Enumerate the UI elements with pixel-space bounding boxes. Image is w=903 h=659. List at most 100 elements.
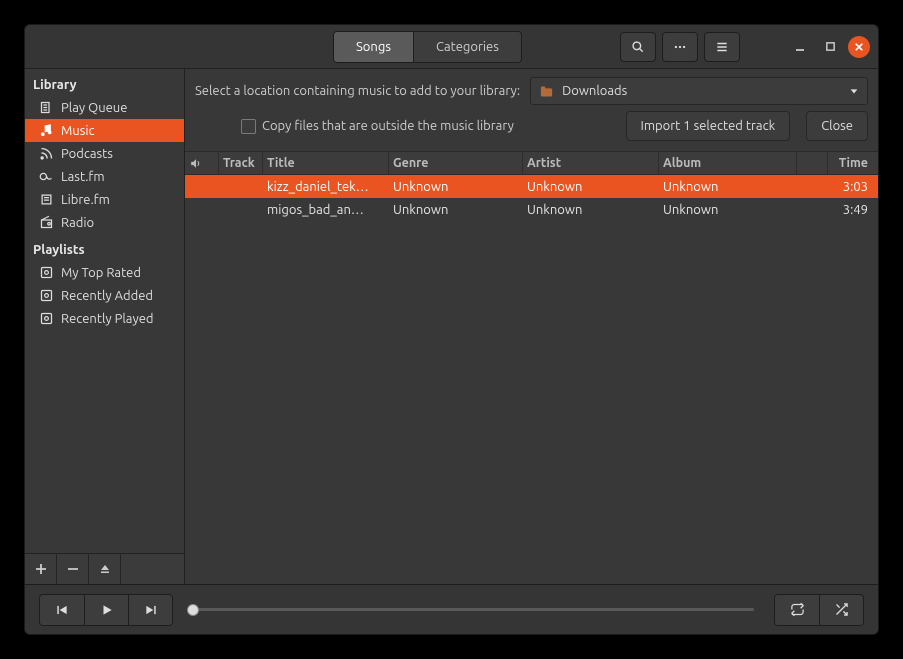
- close-icon: [854, 42, 864, 52]
- playlist-remove[interactable]: [57, 554, 89, 584]
- tab-categories[interactable]: Categories: [413, 32, 521, 62]
- smart-playlist-icon: [39, 265, 55, 280]
- sidebar-item-podcasts[interactable]: Podcasts: [25, 142, 184, 165]
- copy-checkbox[interactable]: Copy files that are outside the music li…: [241, 119, 514, 134]
- sidebar-item-recently-added[interactable]: Recently Added: [25, 284, 184, 307]
- prev-icon: [55, 603, 69, 617]
- track-table-header: Track Title Genre Artist Album Time: [185, 151, 878, 175]
- radio-icon: [39, 215, 55, 230]
- titlebar: Songs Categories: [25, 25, 878, 69]
- seek-bar[interactable]: [185, 608, 762, 611]
- sidebar-toolbar: [25, 553, 184, 584]
- col-spacer: [797, 152, 828, 174]
- play-button[interactable]: [84, 595, 128, 625]
- col-track[interactable]: Track: [219, 152, 263, 174]
- sidebar-item-music[interactable]: Music: [25, 119, 184, 142]
- sidebar-item-label: Recently Added: [61, 289, 153, 303]
- import-bar-2: Copy files that are outside the music li…: [185, 111, 878, 151]
- sidebar-item-top-rated[interactable]: My Top Rated: [25, 261, 184, 284]
- cell-album: Unknown: [659, 203, 797, 217]
- table-row[interactable]: migos_bad_an… Unknown Unknown Unknown 3:…: [185, 198, 878, 221]
- close-button-label: Close: [821, 119, 853, 133]
- col-genre[interactable]: Genre: [389, 152, 523, 174]
- sidebar-section-library: Library: [25, 69, 184, 96]
- copy-label: Copy files that are outside the music li…: [262, 119, 514, 133]
- sidebar: Library Play Queue Music Podcasts Last.f…: [25, 69, 185, 584]
- cell-genre: Unknown: [389, 203, 523, 217]
- view-toggle: Songs Categories: [333, 31, 522, 63]
- smart-playlist-icon: [39, 311, 55, 326]
- close-import-button[interactable]: Close: [806, 111, 868, 141]
- repeat-icon: [790, 602, 805, 617]
- sidebar-scroll: Library Play Queue Music Podcasts Last.f…: [25, 69, 184, 553]
- import-button[interactable]: Import 1 selected track: [626, 111, 791, 141]
- main-pane: Select a location containing music to ad…: [185, 69, 878, 584]
- tab-songs[interactable]: Songs: [334, 32, 413, 62]
- col-playing[interactable]: [185, 152, 219, 174]
- smart-playlist-icon: [39, 288, 55, 303]
- playlist-add[interactable]: [25, 554, 57, 584]
- cell-title: migos_bad_an…: [263, 203, 389, 217]
- sidebar-item-label: Play Queue: [61, 101, 127, 115]
- next-button[interactable]: [128, 595, 172, 625]
- minimize-icon: [794, 41, 806, 53]
- search-button[interactable]: [620, 32, 656, 62]
- cell-time: 3:49: [828, 203, 878, 217]
- chevron-down-icon: [849, 86, 859, 96]
- minus-icon: [67, 563, 79, 575]
- table-row[interactable]: kizz_daniel_tek… Unknown Unknown Unknown…: [185, 175, 878, 198]
- location-dropdown[interactable]: Downloads: [530, 77, 868, 105]
- col-title[interactable]: Title: [263, 152, 389, 174]
- window-close[interactable]: [848, 36, 870, 58]
- ellipsis-icon: [673, 40, 687, 54]
- cell-artist: Unknown: [523, 180, 659, 194]
- sidebar-item-label: Radio: [61, 216, 94, 230]
- playback-buttons: [39, 594, 173, 626]
- plus-icon: [35, 563, 47, 575]
- sidebar-item-recently-played[interactable]: Recently Played: [25, 307, 184, 330]
- prev-button[interactable]: [40, 595, 84, 625]
- sidebar-item-label: Recently Played: [61, 312, 154, 326]
- next-icon: [144, 603, 158, 617]
- shuffle-icon: [834, 602, 849, 617]
- more-button[interactable]: [662, 32, 698, 62]
- sidebar-item-label: Last.fm: [61, 170, 105, 184]
- shuffle-button[interactable]: [819, 595, 863, 625]
- cell-genre: Unknown: [389, 180, 523, 194]
- cell-time: 3:03: [828, 180, 878, 194]
- maximize-icon: [825, 41, 836, 52]
- tab-categories-label: Categories: [436, 40, 499, 54]
- menu-button[interactable]: [704, 32, 740, 62]
- import-bar: Select a location containing music to ad…: [185, 69, 878, 111]
- music-player-window: Songs Categories Library: [24, 24, 879, 635]
- music-icon: [39, 123, 55, 138]
- repeat-button[interactable]: [775, 595, 819, 625]
- tab-songs-label: Songs: [356, 40, 391, 54]
- col-artist[interactable]: Artist: [523, 152, 659, 174]
- sidebar-item-label: My Top Rated: [61, 266, 141, 280]
- location-label: Downloads: [562, 84, 627, 98]
- sidebar-item-play-queue[interactable]: Play Queue: [25, 96, 184, 119]
- playback-mode-buttons: [774, 594, 864, 626]
- hamburger-icon: [715, 40, 729, 54]
- cell-album: Unknown: [659, 180, 797, 194]
- checkbox-box: [241, 119, 256, 134]
- folder-icon: [539, 84, 554, 99]
- speaker-icon: [189, 157, 202, 170]
- sidebar-item-lastfm[interactable]: Last.fm: [25, 165, 184, 188]
- import-button-label: Import 1 selected track: [641, 119, 776, 133]
- lastfm-icon: [39, 169, 55, 184]
- col-time[interactable]: Time: [828, 152, 878, 174]
- sidebar-item-label: Music: [61, 124, 95, 138]
- window-minimize[interactable]: [788, 35, 812, 59]
- sidebar-item-librefm[interactable]: Libre.fm: [25, 188, 184, 211]
- col-album[interactable]: Album: [659, 152, 797, 174]
- playlist-eject[interactable]: [89, 554, 121, 584]
- window-maximize[interactable]: [818, 35, 842, 59]
- seek-thumb[interactable]: [187, 604, 199, 616]
- sidebar-item-radio[interactable]: Radio: [25, 211, 184, 234]
- librefm-icon: [39, 192, 55, 207]
- seek-track: [193, 608, 754, 611]
- import-prompt: Select a location containing music to ad…: [195, 84, 520, 98]
- body: Library Play Queue Music Podcasts Last.f…: [25, 69, 878, 584]
